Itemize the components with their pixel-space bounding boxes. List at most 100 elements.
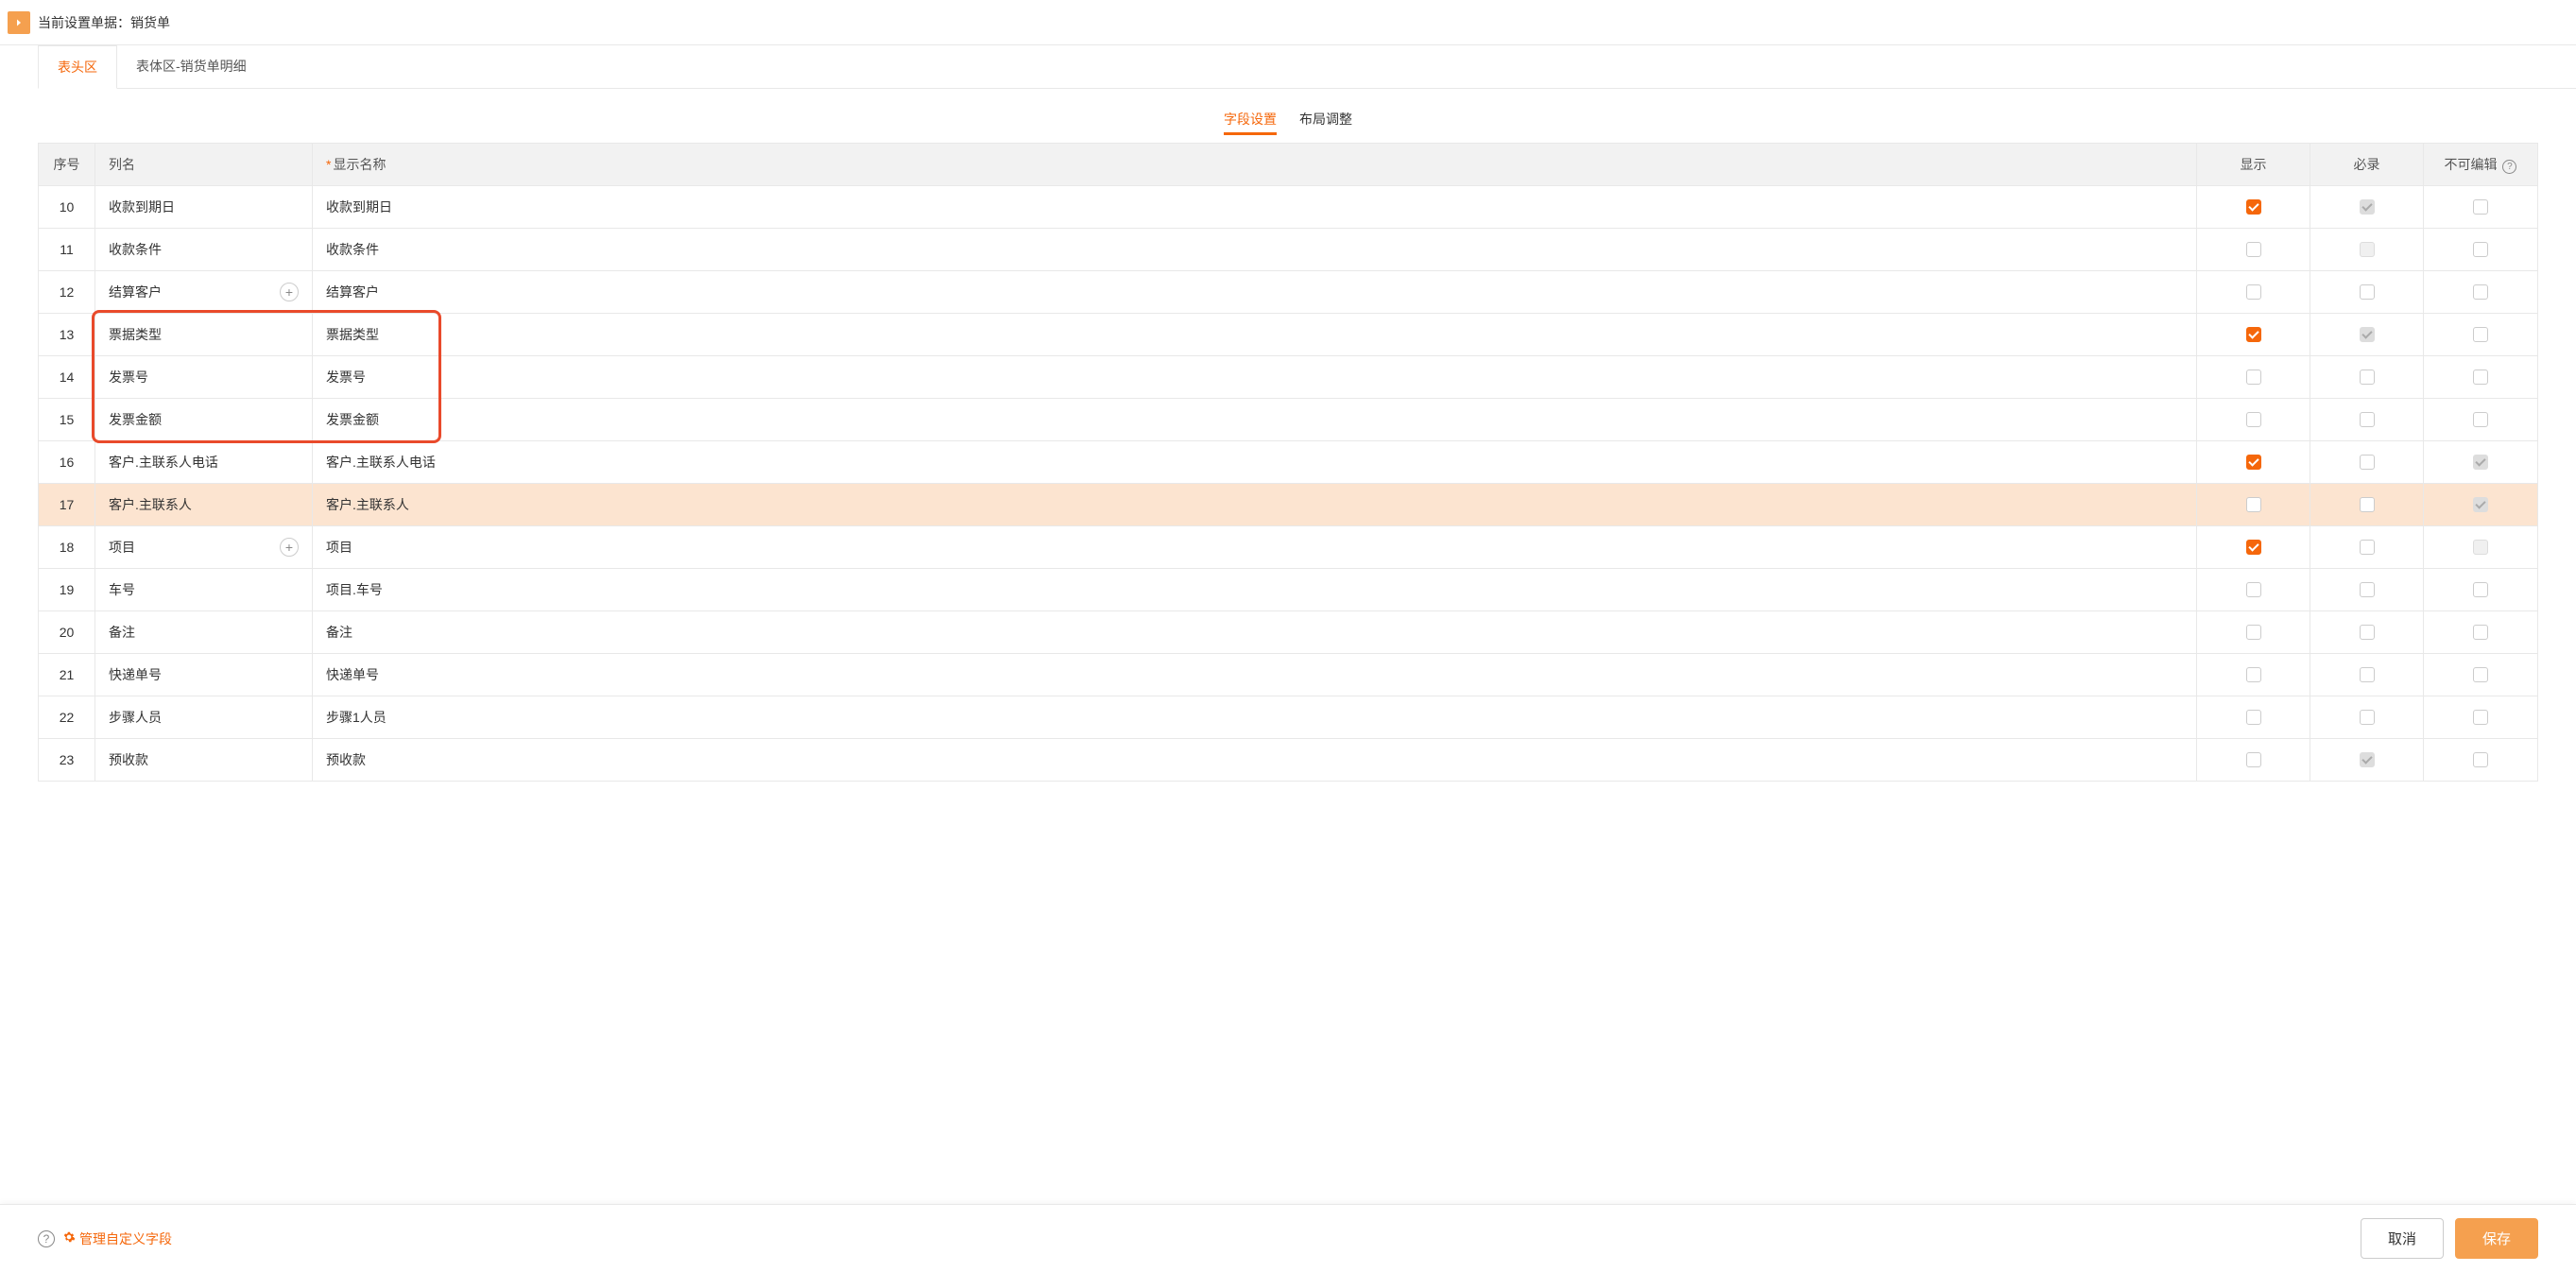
required-checkbox[interactable] [2360,370,2375,385]
tab-layout-adjust[interactable]: 布局调整 [1299,106,1352,135]
required-checkbox[interactable] [2360,497,2375,512]
table-row: 23预收款预收款 [39,739,2537,782]
readonly-checkbox[interactable] [2473,752,2488,767]
cell-show [2197,696,2310,738]
row-seq: 22 [39,696,95,738]
show-checkbox[interactable] [2246,625,2261,640]
readonly-checkbox[interactable] [2473,199,2488,215]
manage-custom-fields-link[interactable]: 管理自定义字段 [62,1229,172,1248]
inner-tabs: 字段设置 布局调整 [0,89,2576,143]
row-name: 预收款 [95,739,313,781]
required-checkbox[interactable] [2360,284,2375,300]
show-checkbox[interactable] [2246,667,2261,682]
display-name-input[interactable]: 项目 [313,526,2197,568]
display-name-input[interactable]: 客户.主联系人 [313,484,2197,525]
show-checkbox[interactable] [2246,582,2261,597]
field-name-label: 预收款 [109,750,148,769]
required-checkbox[interactable] [2360,582,2375,597]
row-seq: 17 [39,484,95,525]
header-show: 显示 [2197,144,2310,185]
cell-show [2197,399,2310,440]
readonly-checkbox[interactable] [2473,412,2488,427]
row-name: 快递单号 [95,654,313,696]
top-bar: 当前设置单据：销货单 [0,0,2576,45]
table-row: 17客户.主联系人客户.主联系人 [39,484,2537,526]
display-name-input[interactable]: 收款到期日 [313,186,2197,228]
fields-table: 序号 列名 *显示名称 显示 必录 不可编辑 ? 10收款到期日收款到期日11收… [38,143,2538,782]
row-name: 发票金额 [95,399,313,440]
required-checkbox[interactable] [2360,412,2375,427]
show-checkbox[interactable] [2246,370,2261,385]
readonly-checkbox[interactable] [2473,327,2488,342]
expand-panel-button[interactable] [8,11,30,34]
cell-show [2197,441,2310,483]
show-checkbox[interactable] [2246,327,2261,342]
cell-readonly [2424,526,2537,568]
help-icon[interactable]: ? [38,1230,55,1247]
readonly-checkbox[interactable] [2473,625,2488,640]
required-checkbox[interactable] [2360,667,2375,682]
display-name-input[interactable]: 票据类型 [313,314,2197,355]
show-checkbox[interactable] [2246,752,2261,767]
cell-required [2310,611,2424,653]
display-name-input[interactable]: 快递单号 [313,654,2197,696]
row-name: 客户.主联系人电话 [95,441,313,483]
show-checkbox[interactable] [2246,199,2261,215]
cancel-button[interactable]: 取消 [2361,1218,2444,1259]
show-checkbox[interactable] [2246,710,2261,725]
readonly-checkbox[interactable] [2473,667,2488,682]
cell-required [2310,526,2424,568]
footer-bar: ? 管理自定义字段 取消 保存 [0,1204,2576,1272]
header-display: *显示名称 [313,144,2197,185]
display-name-input[interactable]: 发票号 [313,356,2197,398]
display-name-input[interactable]: 客户.主联系人电话 [313,441,2197,483]
readonly-checkbox[interactable] [2473,710,2488,725]
cell-required [2310,314,2424,355]
gear-icon [62,1230,76,1246]
cell-required [2310,186,2424,228]
tab-field-settings[interactable]: 字段设置 [1224,106,1277,135]
cell-show [2197,186,2310,228]
display-name-input[interactable]: 结算客户 [313,271,2197,313]
cell-readonly [2424,229,2537,270]
tab-header-area[interactable]: 表头区 [38,45,117,89]
display-name-input[interactable]: 预收款 [313,739,2197,781]
table-row: 15发票金额发票金额 [39,399,2537,441]
footer-left: ? 管理自定义字段 [38,1229,172,1248]
save-button[interactable]: 保存 [2455,1218,2538,1259]
table-header: 序号 列名 *显示名称 显示 必录 不可编辑 ? [39,144,2537,186]
header-readonly: 不可编辑 ? [2424,144,2537,185]
display-name-input[interactable]: 发票金额 [313,399,2197,440]
readonly-checkbox[interactable] [2473,370,2488,385]
add-subfield-button[interactable]: + [280,283,299,301]
show-checkbox[interactable] [2246,540,2261,555]
add-subfield-button[interactable]: + [280,538,299,557]
required-checkbox[interactable] [2360,455,2375,470]
cell-show [2197,739,2310,781]
show-checkbox[interactable] [2246,284,2261,300]
readonly-checkbox[interactable] [2473,582,2488,597]
display-name-input[interactable]: 项目.车号 [313,569,2197,610]
field-name-label: 发票金额 [109,410,162,429]
field-name-label: 项目 [109,538,135,557]
required-checkbox[interactable] [2360,710,2375,725]
show-checkbox[interactable] [2246,455,2261,470]
display-name-input[interactable]: 收款条件 [313,229,2197,270]
help-icon[interactable]: ? [2502,160,2516,174]
cell-readonly [2424,356,2537,398]
readonly-checkbox[interactable] [2473,242,2488,257]
readonly-checkbox [2473,455,2488,470]
header-seq: 序号 [39,144,95,185]
show-checkbox[interactable] [2246,497,2261,512]
cell-readonly [2424,271,2537,313]
display-name-input[interactable]: 备注 [313,611,2197,653]
required-checkbox[interactable] [2360,625,2375,640]
cell-required [2310,356,2424,398]
display-name-input[interactable]: 步骤1人员 [313,696,2197,738]
show-checkbox[interactable] [2246,242,2261,257]
show-checkbox[interactable] [2246,412,2261,427]
required-checkbox[interactable] [2360,540,2375,555]
tab-body-area[interactable]: 表体区-销货单明细 [117,45,266,88]
rows-container: 10收款到期日收款到期日11收款条件收款条件12结算客户+结算客户13票据类型票… [39,186,2537,782]
readonly-checkbox[interactable] [2473,284,2488,300]
